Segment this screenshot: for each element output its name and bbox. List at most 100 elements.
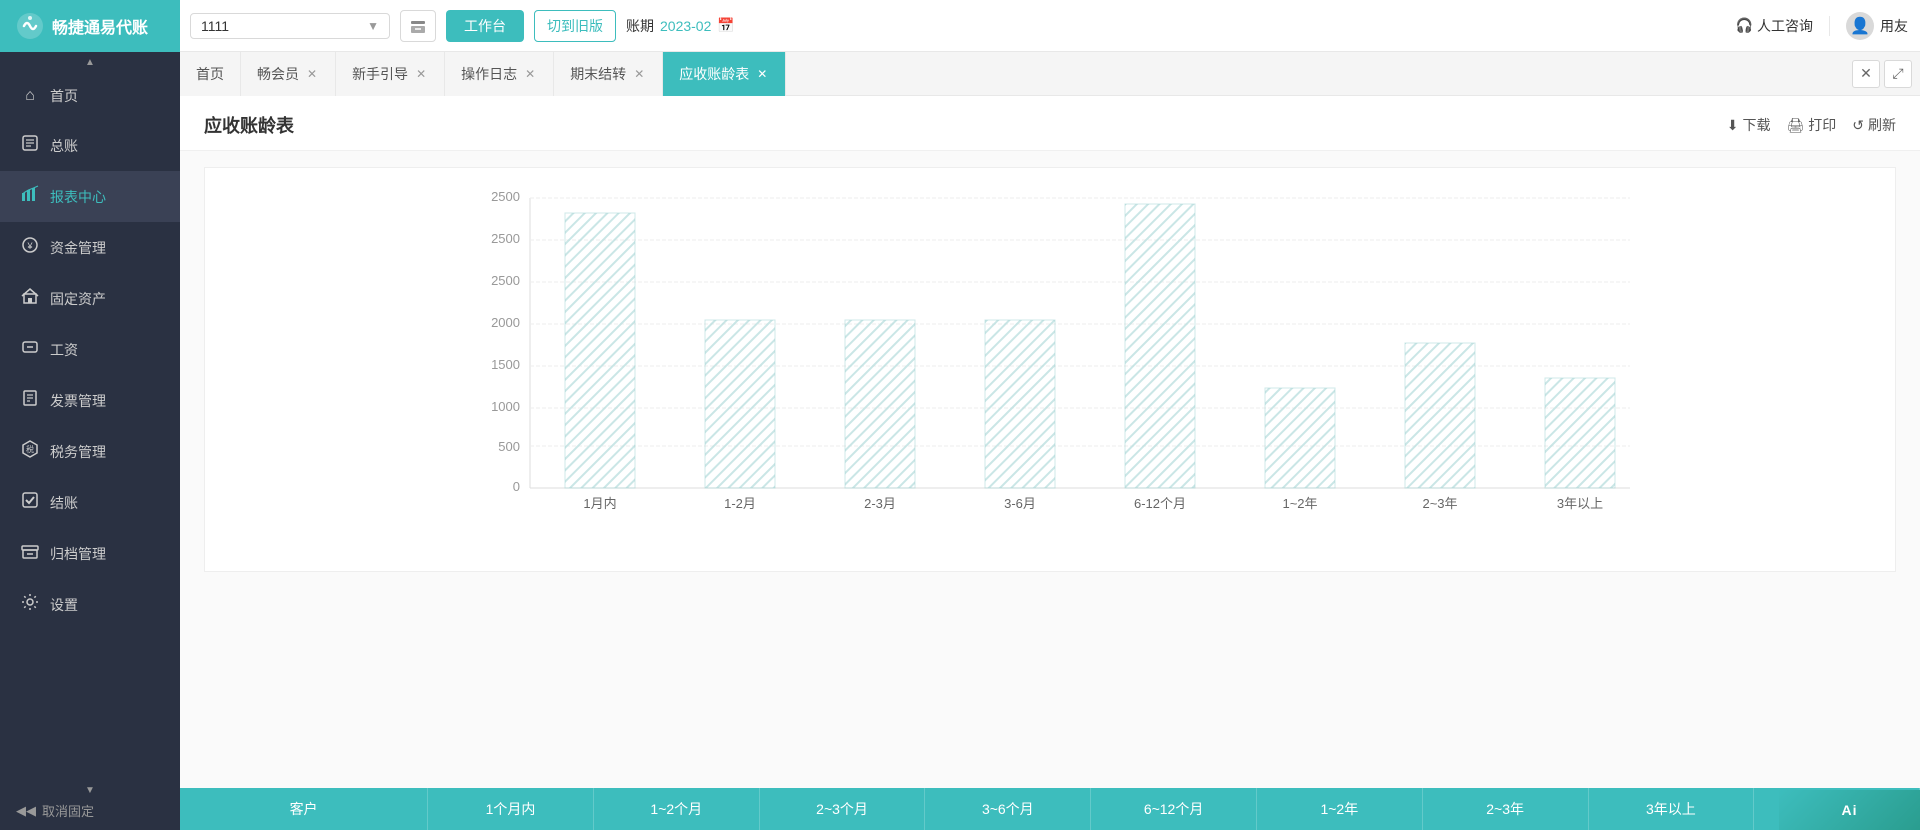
col-customer: 客户 (180, 788, 428, 830)
close-tab-btn[interactable]: ✕ (1852, 60, 1880, 88)
table-header-bar: 客户 1个月内 1~2个月 2~3个月 3~6个月 6~12个月 (180, 788, 1920, 830)
refresh-label: 刷新 (1868, 115, 1896, 135)
tab-oplog-close[interactable]: ✕ (523, 67, 537, 81)
switch-old-version-button[interactable]: 切到旧版 (534, 10, 616, 42)
ai-badge[interactable]: Ai (1779, 790, 1920, 830)
ledger-icon (20, 134, 40, 157)
user-label: 用友 (1880, 16, 1908, 36)
sidebar-item-salary[interactable]: 工资 (0, 324, 180, 375)
page-header: 应收账龄表 ⬇ 下载 🖨 打印 ↺ 刷新 (180, 96, 1920, 151)
col-3-6m: 3~6个月 (925, 788, 1091, 830)
tab-guide-close[interactable]: ✕ (414, 67, 428, 81)
svg-text:1500: 1500 (491, 357, 520, 372)
sidebar-item-ledger[interactable]: 总账 (0, 120, 180, 171)
tab-member-close[interactable]: ✕ (305, 67, 319, 81)
sidebar-item-label-settings: 设置 (50, 595, 78, 615)
tab-home[interactable]: 首页 (180, 52, 241, 96)
workbench-button[interactable]: 工作台 (446, 10, 524, 42)
col-2-3y: 2~3年 (1423, 788, 1589, 830)
sidebar-item-label-assets: 固定资产 (50, 289, 106, 309)
sidebar-item-home[interactable]: ⌂ 首页 (0, 72, 180, 120)
print-button[interactable]: 🖨 打印 (1786, 115, 1836, 135)
svg-text:1000: 1000 (491, 399, 520, 414)
sidebar-item-archive[interactable]: 归档管理 (0, 528, 180, 579)
logo-icon (16, 12, 44, 40)
period-value: 2023-02 (660, 18, 711, 34)
period-area: 账期 2023-02 📅 (626, 16, 735, 36)
consult-label: 人工咨询 (1757, 16, 1813, 36)
page-title: 应收账龄表 (204, 112, 294, 138)
period-label: 账期 (626, 16, 654, 36)
chart-container: 0 500 1000 1500 2000 2500 2500 2500 (180, 151, 1920, 788)
cancel-fixed-label: 取消固定 (42, 801, 94, 820)
company-selector[interactable]: 1111 ▼ (190, 13, 390, 39)
svg-text:2500: 2500 (491, 273, 520, 288)
download-icon: ⬇ (1727, 117, 1739, 134)
sidebar-item-checkout[interactable]: 结账 (0, 477, 180, 528)
svg-text:3-6月: 3-6月 (1004, 496, 1036, 511)
sidebar-item-tax[interactable]: 税 税务管理 (0, 426, 180, 477)
logo-area: 畅捷通易代账 (0, 0, 180, 52)
svg-text:¥: ¥ (26, 241, 33, 251)
svg-text:2-3月: 2-3月 (864, 496, 896, 511)
tabs-actions: ✕ ⤢ (1852, 60, 1920, 88)
archive-icon-btn[interactable] (400, 10, 436, 42)
headphone-icon: 🎧 (1736, 17, 1753, 34)
tab-guide[interactable]: 新手引导 ✕ (336, 52, 445, 96)
archive-icon (409, 17, 427, 35)
svg-text:税: 税 (26, 444, 34, 454)
tab-oplog[interactable]: 操作日志 ✕ (445, 52, 554, 96)
col-6-12m-label: 6~12个月 (1144, 799, 1204, 819)
tabs-bar: 首页 畅会员 ✕ 新手引导 ✕ 操作日志 ✕ 期末结转 ✕ 应收账龄表 ✕ (180, 52, 1920, 96)
tab-aging-close[interactable]: ✕ (755, 67, 769, 81)
expand-tab-btn[interactable]: ⤢ (1884, 60, 1912, 88)
calendar-icon[interactable]: 📅 (717, 17, 734, 34)
page-actions: ⬇ 下载 🖨 打印 ↺ 刷新 (1727, 115, 1896, 135)
sidebar-scroll-up[interactable]: ▲ (0, 52, 180, 72)
consult-area[interactable]: 🎧 人工咨询 (1736, 16, 1813, 36)
tab-aging[interactable]: 应收账龄表 ✕ (663, 52, 786, 96)
sidebar-item-label-archive: 归档管理 (50, 544, 106, 564)
sidebar-item-label-invoice: 发票管理 (50, 391, 106, 411)
tab-oplog-label: 操作日志 (461, 64, 517, 84)
svg-text:2~3年: 2~3年 (1422, 496, 1457, 511)
col-1-2y: 1~2年 (1257, 788, 1423, 830)
salary-icon (20, 338, 40, 361)
col-2-3m: 2~3个月 (760, 788, 926, 830)
tab-member[interactable]: 畅会员 ✕ (241, 52, 336, 96)
sidebar-item-assets[interactable]: 固定资产 (0, 273, 180, 324)
svg-text:2500: 2500 (491, 231, 520, 246)
download-button[interactable]: ⬇ 下载 (1727, 115, 1771, 135)
refresh-icon: ↺ (1852, 117, 1864, 134)
refresh-button[interactable]: ↺ 刷新 (1852, 115, 1896, 135)
sidebar-item-reports[interactable]: 报表中心 (0, 171, 180, 222)
col-2-3y-label: 2~3年 (1486, 799, 1524, 819)
tab-guide-label: 新手引导 (352, 64, 408, 84)
tab-period-close[interactable]: 期末结转 ✕ (554, 52, 663, 96)
checkout-icon (20, 491, 40, 514)
tax-icon: 税 (20, 440, 40, 463)
avatar: 👤 (1846, 12, 1874, 40)
svg-text:2000: 2000 (491, 315, 520, 330)
user-area[interactable]: 👤 用友 (1846, 12, 1908, 40)
svg-text:1-2月: 1-2月 (724, 496, 756, 511)
sidebar-item-invoice[interactable]: 发票管理 (0, 375, 180, 426)
main-layout: ▲ ⌂ 首页 总账 报表中心 ¥ 资金管理 固定资产 (0, 52, 1920, 830)
sidebar: ▲ ⌂ 首页 总账 报表中心 ¥ 资金管理 固定资产 (0, 52, 180, 830)
tab-home-label: 首页 (196, 64, 224, 84)
svg-text:3年以上: 3年以上 (1557, 496, 1603, 511)
sidebar-item-funds[interactable]: ¥ 资金管理 (0, 222, 180, 273)
sidebar-item-label-checkout: 结账 (50, 493, 78, 513)
sidebar-item-settings[interactable]: 设置 (0, 579, 180, 630)
col-1-2m-label: 1~2个月 (650, 799, 702, 819)
print-label: 打印 (1808, 115, 1836, 135)
tab-period-close-close[interactable]: ✕ (632, 67, 646, 81)
col-3y-plus-label: 3年以上 (1646, 799, 1696, 819)
svg-text:0: 0 (513, 479, 520, 494)
sidebar-scroll-down[interactable]: ▼ (0, 780, 180, 800)
sidebar-item-label-funds: 资金管理 (50, 238, 106, 258)
bar-chart: 0 500 1000 1500 2000 2500 2500 2500 (225, 188, 1875, 548)
settings-icon (20, 593, 40, 616)
col-6-12m: 6~12个月 (1091, 788, 1257, 830)
svg-text:6-12个月: 6-12个月 (1134, 496, 1186, 511)
